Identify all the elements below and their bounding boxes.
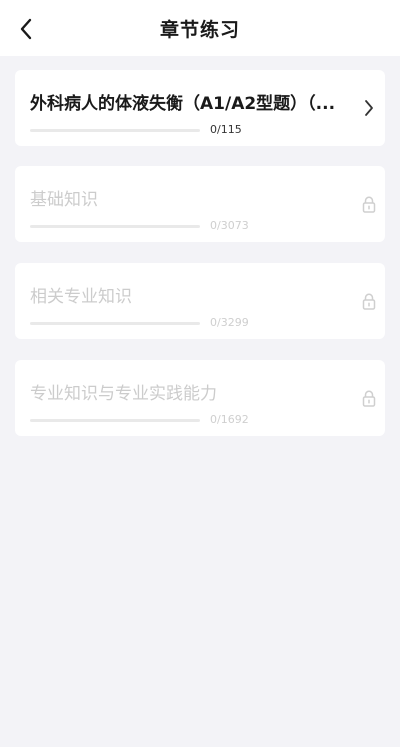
chapter-card-3[interactable]: 专业知识与专业实践能力 0/1692 <box>15 360 385 436</box>
lock-icon <box>359 386 379 410</box>
page-title: 章节练习 <box>159 18 240 41</box>
top-nav-bar: 章节练习 <box>0 0 400 56</box>
progress-count: 0/3073 <box>210 219 249 232</box>
progress-track <box>30 322 200 325</box>
chevron-left-icon <box>20 18 32 40</box>
chapter-title: 基础知识 <box>30 190 98 210</box>
chapter-title: 专业知识与专业实践能力 <box>30 384 217 404</box>
chapter-card-1[interactable]: 基础知识 0/3073 <box>15 166 385 242</box>
chapter-title: 相关专业知识 <box>30 287 132 307</box>
lock-icon <box>359 192 379 216</box>
progress-count: 0/3299 <box>210 316 249 329</box>
chapter-card-2[interactable]: 相关专业知识 0/3299 <box>15 263 385 339</box>
chapter-title: 外科病人的体液失衡（A1/A2型题）（... <box>30 94 336 114</box>
chevron-right-icon <box>359 96 379 120</box>
progress-track <box>30 419 200 422</box>
chapter-card-0[interactable]: 外科病人的体液失衡（A1/A2型题）（... 0/115 <box>15 70 385 146</box>
progress-track <box>30 129 200 132</box>
progress-count: 0/1692 <box>210 413 249 426</box>
progress-count: 0/115 <box>210 123 242 136</box>
lock-icon <box>359 289 379 313</box>
progress-track <box>30 225 200 228</box>
back-button[interactable] <box>10 13 42 45</box>
